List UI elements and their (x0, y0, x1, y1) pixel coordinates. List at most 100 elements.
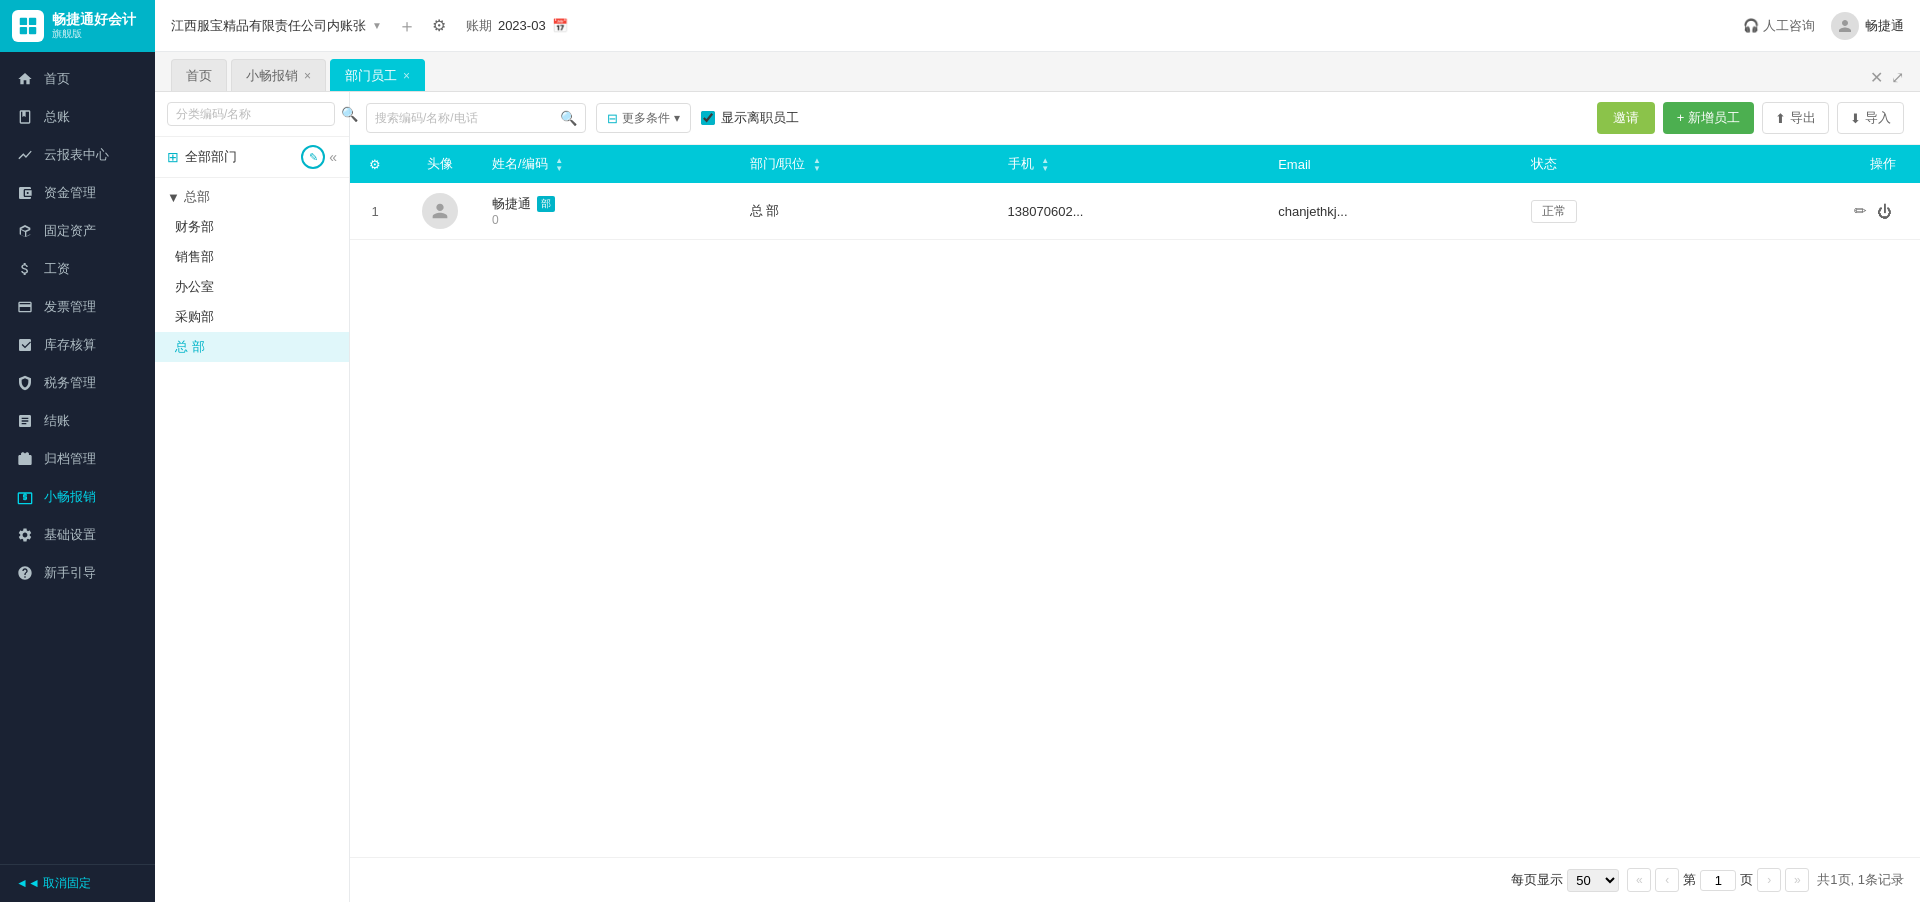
tab-department-label: 部门员工 (345, 67, 397, 85)
dept-item-bangong-label: 办公室 (175, 279, 214, 294)
page-input[interactable] (1700, 870, 1736, 891)
col-settings[interactable]: ⚙ (350, 145, 400, 183)
sidebar-item-inventory-label: 库存核算 (44, 336, 96, 354)
period-selector[interactable]: 账期 2023-03 📅 (466, 17, 568, 35)
sidebar-item-ledger[interactable]: 总账 (0, 98, 155, 136)
dept-item-zongbu2-label: 总 部 (175, 339, 205, 354)
sidebar-item-settings[interactable]: 基础设置 (0, 516, 155, 554)
home-icon (16, 70, 34, 88)
dept-item-bangong[interactable]: 办公室 (155, 272, 349, 302)
user-menu[interactable]: 畅捷通 (1831, 12, 1904, 40)
export-button[interactable]: ⬆ 导出 (1762, 102, 1829, 134)
sidebar-item-archive[interactable]: 归档管理 (0, 440, 155, 478)
dept-item-zongbu-parent[interactable]: ▼ 总部 (155, 182, 349, 212)
sidebar-item-closing[interactable]: 结账 (0, 402, 155, 440)
row-name-cell: 畅捷通 部 0 (480, 183, 738, 240)
sidebar-item-assets[interactable]: 固定资产 (0, 212, 155, 250)
employee-table: ⚙ 头像 姓名/编码 ▲▼ 部门/职位 ▲▼ (350, 145, 1920, 240)
show-resigned-checkbox[interactable] (701, 111, 715, 125)
sidebar-item-funds[interactable]: 资金管理 (0, 174, 155, 212)
tab-department[interactable]: 部门员工 × (330, 59, 425, 91)
sidebar-item-reports-label: 云报表中心 (44, 146, 109, 164)
tab-department-close[interactable]: × (403, 69, 410, 83)
col-dept-sort: ▲▼ (813, 157, 821, 173)
tab-actions: ✕ ⤢ (1870, 68, 1904, 91)
edit-button[interactable]: ✏ (1854, 202, 1867, 220)
dept-header: ⊞ 全部部门 ✎ « (155, 137, 349, 178)
show-resigned-label[interactable]: 显示离职员工 (701, 109, 799, 127)
company-selector[interactable]: 江西服宝精品有限责任公司内账张 ▼ (171, 17, 382, 35)
service-button[interactable]: 🎧 人工咨询 (1743, 17, 1815, 35)
sidebar-pin-toggle[interactable]: ◄◄ 取消固定 (0, 864, 155, 902)
dept-item-caigou[interactable]: 采购部 (155, 302, 349, 332)
content-area: 🔍 ⊞ 全部部门 ✎ « ▼ 总部 财务部 销售部 (155, 92, 1920, 902)
dept-item-zongbu-label: 总部 (184, 188, 210, 206)
row-num: 1 (350, 183, 400, 240)
col-avatar-header: 头像 (400, 145, 480, 183)
employee-search-icon[interactable]: 🔍 (560, 110, 577, 126)
col-phone-sort: ▲▼ (1041, 157, 1049, 173)
tab-close-all-icon[interactable]: ✕ (1870, 68, 1883, 87)
logo-subtitle: 旗舰版 (52, 27, 136, 41)
per-page-select[interactable]: 50 10 20 100 (1567, 869, 1619, 892)
dept-item-caiwu[interactable]: 财务部 (155, 212, 349, 242)
prev-page-button[interactable]: ‹ (1655, 868, 1679, 892)
svg-rect-0 (20, 18, 27, 25)
grid-icon: ⊞ (167, 149, 179, 165)
all-dept-label: 全部部门 (185, 148, 237, 166)
add-company-button[interactable]: ＋ (394, 14, 420, 38)
sidebar-item-payroll[interactable]: 工资 (0, 250, 155, 288)
sidebar-item-home[interactable]: 首页 (0, 60, 155, 98)
filter-icon: ⊟ (607, 111, 618, 126)
dept-search-input[interactable] (167, 102, 335, 126)
first-page-button[interactable]: « (1627, 868, 1651, 892)
sidebar-item-expense[interactable]: 小畅报销 (0, 478, 155, 516)
show-resigned-text: 显示离职员工 (721, 109, 799, 127)
topbar-right: 🎧 人工咨询 畅捷通 (1743, 12, 1904, 40)
col-phone-header[interactable]: 手机 ▲▼ (996, 145, 1267, 183)
add-employee-button[interactable]: + 新增员工 (1663, 102, 1754, 134)
sidebar-item-guide[interactable]: 新手引导 (0, 554, 155, 592)
dept-item-xiaoshou-label: 销售部 (175, 249, 214, 264)
sidebar-item-reports[interactable]: 云报表中心 (0, 136, 155, 174)
row-email: chanjethkj... (1266, 183, 1519, 240)
dept-collapse-icon[interactable]: « (329, 149, 337, 165)
dept-edit-button[interactable]: ✎ (301, 145, 325, 169)
last-page-button[interactable]: » (1785, 868, 1809, 892)
tab-home[interactable]: 首页 (171, 59, 227, 91)
filter-button[interactable]: ⊟ 更多条件 ▾ (596, 103, 691, 133)
export-label: 导出 (1790, 109, 1816, 127)
dept-tree: ▼ 总部 财务部 销售部 办公室 采购部 总 部 (155, 178, 349, 902)
col-dept-header[interactable]: 部门/职位 ▲▼ (738, 145, 996, 183)
next-page-button[interactable]: › (1757, 868, 1781, 892)
period-label: 账期 (466, 17, 492, 35)
tab-expense-label: 小畅报销 (246, 67, 298, 85)
sidebar: 畅捷通好会计 旗舰版 首页 总账 云报表中心 资金管理 (0, 0, 155, 902)
col-action-header: 操作 (1709, 145, 1920, 183)
logout-button[interactable]: ⏻ (1877, 203, 1892, 220)
dept-item-xiaoshou[interactable]: 销售部 (155, 242, 349, 272)
coin-icon (16, 260, 34, 278)
sidebar-item-invoice[interactable]: 发票管理 (0, 288, 155, 326)
col-email-header: Email (1266, 145, 1519, 183)
topbar-settings-icon[interactable]: ⚙ (432, 16, 446, 35)
dept-item-zongbu2[interactable]: 总 部 (155, 332, 349, 362)
col-name-header[interactable]: 姓名/编码 ▲▼ (480, 145, 738, 183)
employee-name: 畅捷通 部 (492, 195, 726, 213)
import-button[interactable]: ⬇ 导入 (1837, 102, 1904, 134)
employee-search-input[interactable] (375, 111, 560, 125)
employee-name-text: 畅捷通 (492, 195, 531, 213)
sidebar-item-closing-label: 结账 (44, 412, 70, 430)
sidebar-item-payroll-label: 工资 (44, 260, 70, 278)
sidebar-item-tax[interactable]: 税务管理 (0, 364, 155, 402)
dept-item-caigou-label: 采购部 (175, 309, 214, 324)
sidebar-item-inventory[interactable]: 库存核算 (0, 326, 155, 364)
archive-icon (16, 450, 34, 468)
filter-label: 更多条件 (622, 110, 670, 127)
tab-maximize-icon[interactable]: ⤢ (1891, 68, 1904, 87)
sidebar-item-assets-label: 固定资产 (44, 222, 96, 240)
tab-expense-close[interactable]: × (304, 69, 311, 83)
svg-rect-1 (29, 18, 36, 25)
invite-button[interactable]: 邀请 (1597, 102, 1655, 134)
tab-expense[interactable]: 小畅报销 × (231, 59, 326, 91)
